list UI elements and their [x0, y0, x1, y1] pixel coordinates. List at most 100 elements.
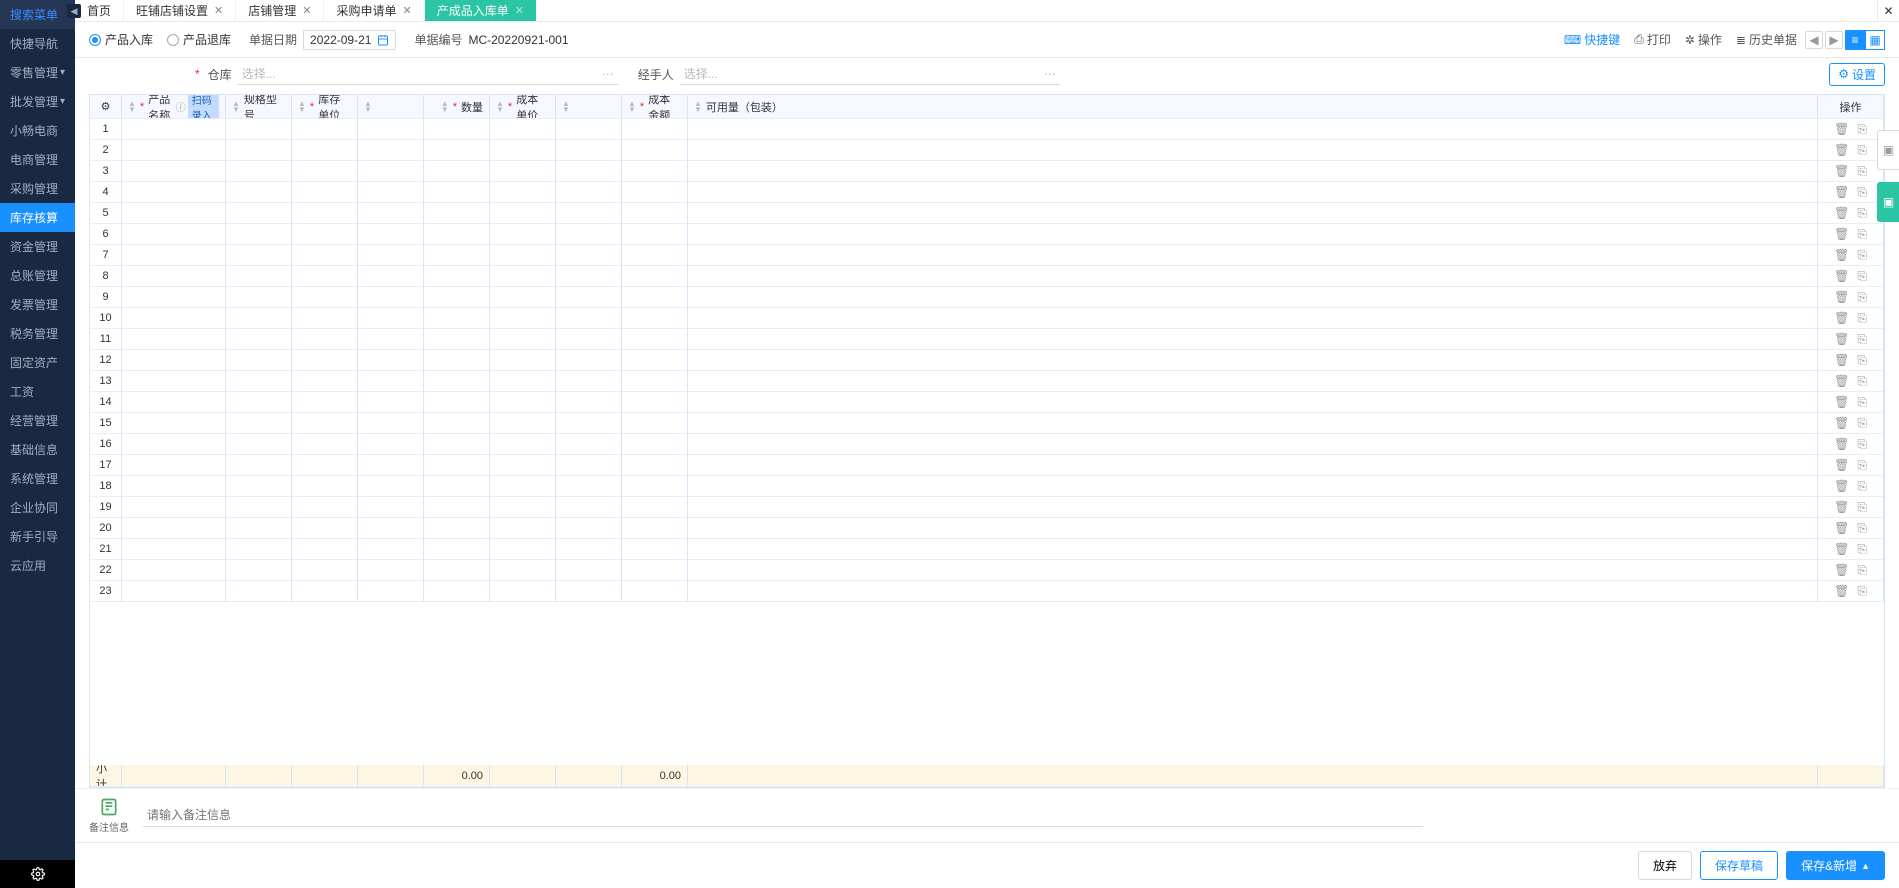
- sidebar-item-11[interactable]: 固定资产: [0, 348, 75, 377]
- delete-icon[interactable]: 🗑: [1834, 290, 1849, 304]
- abandon-button[interactable]: 放弃: [1638, 851, 1692, 880]
- copy-icon[interactable]: ⎘: [1857, 122, 1867, 137]
- next-doc[interactable]: ▶: [1825, 31, 1843, 49]
- ops-button[interactable]: ✲操作: [1679, 31, 1728, 48]
- delete-icon[interactable]: 🗑: [1834, 248, 1849, 262]
- delete-icon[interactable]: 🗑: [1834, 143, 1849, 157]
- table-row[interactable]: 12🗑⎘: [90, 350, 1884, 371]
- save-new-button[interactable]: 保存&新增▲: [1786, 851, 1885, 880]
- sidebar-item-13[interactable]: 经营管理: [0, 406, 75, 435]
- delete-icon[interactable]: 🗑: [1834, 584, 1849, 598]
- th-qty[interactable]: ▲▼*数量: [424, 95, 490, 119]
- delete-icon[interactable]: 🗑: [1834, 185, 1849, 199]
- view-grid[interactable]: ▦: [1865, 30, 1885, 50]
- table-row[interactable]: 8🗑⎘: [90, 266, 1884, 287]
- delete-icon[interactable]: 🗑: [1834, 206, 1849, 220]
- copy-icon[interactable]: ⎘: [1857, 353, 1867, 368]
- th-price[interactable]: ▲▼*成本单价: [490, 95, 556, 119]
- delete-icon[interactable]: 🗑: [1834, 227, 1849, 241]
- table-row[interactable]: 18🗑⎘: [90, 476, 1884, 497]
- table-row[interactable]: 6🗑⎘: [90, 224, 1884, 245]
- copy-icon[interactable]: ⎘: [1857, 458, 1867, 473]
- th-unit[interactable]: ▲▼*库存单位: [292, 95, 358, 119]
- sidebar-item-8[interactable]: 总账管理: [0, 261, 75, 290]
- copy-icon[interactable]: ⎘: [1857, 563, 1867, 578]
- table-row[interactable]: 7🗑⎘: [90, 245, 1884, 266]
- close-icon[interactable]: ✕: [214, 4, 223, 17]
- remarks-input[interactable]: [143, 804, 1423, 827]
- copy-icon[interactable]: ⎘: [1857, 332, 1867, 347]
- copy-icon[interactable]: ⎘: [1857, 290, 1867, 305]
- close-icon[interactable]: ✕: [403, 4, 412, 17]
- table-row[interactable]: 10🗑⎘: [90, 308, 1884, 329]
- delete-icon[interactable]: 🗑: [1834, 269, 1849, 283]
- sidebar-item-10[interactable]: 税务管理: [0, 319, 75, 348]
- print-button[interactable]: ⎙打印: [1628, 31, 1677, 48]
- sidebar-item-12[interactable]: 工资: [0, 377, 75, 406]
- table-row[interactable]: 23🗑⎘: [90, 581, 1884, 602]
- delete-icon[interactable]: 🗑: [1834, 353, 1849, 367]
- copy-icon[interactable]: ⎘: [1857, 437, 1867, 452]
- delete-icon[interactable]: 🗑: [1834, 458, 1849, 472]
- table-row[interactable]: 20🗑⎘: [90, 518, 1884, 539]
- table-row[interactable]: 11🗑⎘: [90, 329, 1884, 350]
- table-row[interactable]: 13🗑⎘: [90, 371, 1884, 392]
- table-row[interactable]: 5🗑⎘: [90, 203, 1884, 224]
- scan-badge[interactable]: 扫码录入: [188, 95, 219, 119]
- table-row[interactable]: 9🗑⎘: [90, 287, 1884, 308]
- save-draft-button[interactable]: 保存草稿: [1700, 851, 1778, 880]
- handler-select[interactable]: 选择...⋯: [680, 63, 1060, 85]
- close-icon[interactable]: ✕: [515, 4, 524, 17]
- sidebar-settings[interactable]: [0, 860, 75, 888]
- tab-close-all[interactable]: ✕: [1877, 0, 1899, 21]
- copy-icon[interactable]: ⎘: [1857, 206, 1867, 221]
- sidebar-item-17[interactable]: 新手引导: [0, 522, 75, 551]
- sidebar-item-7[interactable]: 资金管理: [0, 232, 75, 261]
- sidebar-item-1[interactable]: 零售管理▾: [0, 58, 75, 87]
- tab-1[interactable]: 旺铺店铺设置✕: [124, 0, 236, 21]
- sidebar-collapse-icon[interactable]: ◀: [67, 4, 81, 18]
- sidebar-item-2[interactable]: 批发管理▾: [0, 87, 75, 116]
- table-row[interactable]: 17🗑⎘: [90, 455, 1884, 476]
- tab-4[interactable]: 产成品入库单✕: [425, 0, 537, 21]
- copy-icon[interactable]: ⎘: [1857, 542, 1867, 557]
- copy-icon[interactable]: ⎘: [1857, 395, 1867, 410]
- radio-product-out[interactable]: 产品退库: [167, 31, 231, 48]
- delete-icon[interactable]: 🗑: [1834, 479, 1849, 493]
- sidebar-item-18[interactable]: 云应用: [0, 551, 75, 580]
- delete-icon[interactable]: 🗑: [1834, 311, 1849, 325]
- sidebar-item-9[interactable]: 发票管理: [0, 290, 75, 319]
- table-row[interactable]: 1🗑⎘: [90, 119, 1884, 140]
- th-spec[interactable]: ▲▼规格型号: [226, 95, 292, 119]
- table-row[interactable]: 4🗑⎘: [90, 182, 1884, 203]
- table-row[interactable]: 21🗑⎘: [90, 539, 1884, 560]
- copy-icon[interactable]: ⎘: [1857, 185, 1867, 200]
- delete-icon[interactable]: 🗑: [1834, 164, 1849, 178]
- sidebar-search[interactable]: 搜索菜单: [0, 0, 75, 29]
- copy-icon[interactable]: ⎘: [1857, 521, 1867, 536]
- date-input[interactable]: 2022-09-21: [303, 30, 396, 50]
- sidebar-item-15[interactable]: 系统管理: [0, 464, 75, 493]
- tab-3[interactable]: 采购申请单✕: [324, 0, 424, 21]
- copy-icon[interactable]: ⎘: [1857, 500, 1867, 515]
- table-row[interactable]: 22🗑⎘: [90, 560, 1884, 581]
- tab-0[interactable]: 首页: [75, 0, 124, 21]
- view-list[interactable]: ≡: [1845, 30, 1865, 50]
- copy-icon[interactable]: ⎘: [1857, 416, 1867, 431]
- shortcut-button[interactable]: ⌨快捷键: [1558, 31, 1626, 48]
- delete-icon[interactable]: 🗑: [1834, 395, 1849, 409]
- table-row[interactable]: 15🗑⎘: [90, 413, 1884, 434]
- th-blank1[interactable]: ▲▼: [358, 95, 424, 119]
- table-row[interactable]: 19🗑⎘: [90, 497, 1884, 518]
- sidebar-item-0[interactable]: 快捷导航: [0, 29, 75, 58]
- delete-icon[interactable]: 🗑: [1834, 437, 1849, 451]
- copy-icon[interactable]: ⎘: [1857, 374, 1867, 389]
- warehouse-select[interactable]: 选择...⋯: [238, 63, 618, 85]
- copy-icon[interactable]: ⎘: [1857, 143, 1867, 158]
- tab-2[interactable]: 店铺管理✕: [236, 0, 324, 21]
- th-name[interactable]: ▲▼*产品名称ⓘ扫码录入: [122, 95, 226, 119]
- th-avail[interactable]: ▲▼可用量（包装）: [688, 95, 1818, 119]
- settings-button[interactable]: ⚙设置: [1829, 63, 1885, 86]
- table-row[interactable]: 2🗑⎘: [90, 140, 1884, 161]
- copy-icon[interactable]: ⎘: [1857, 227, 1867, 242]
